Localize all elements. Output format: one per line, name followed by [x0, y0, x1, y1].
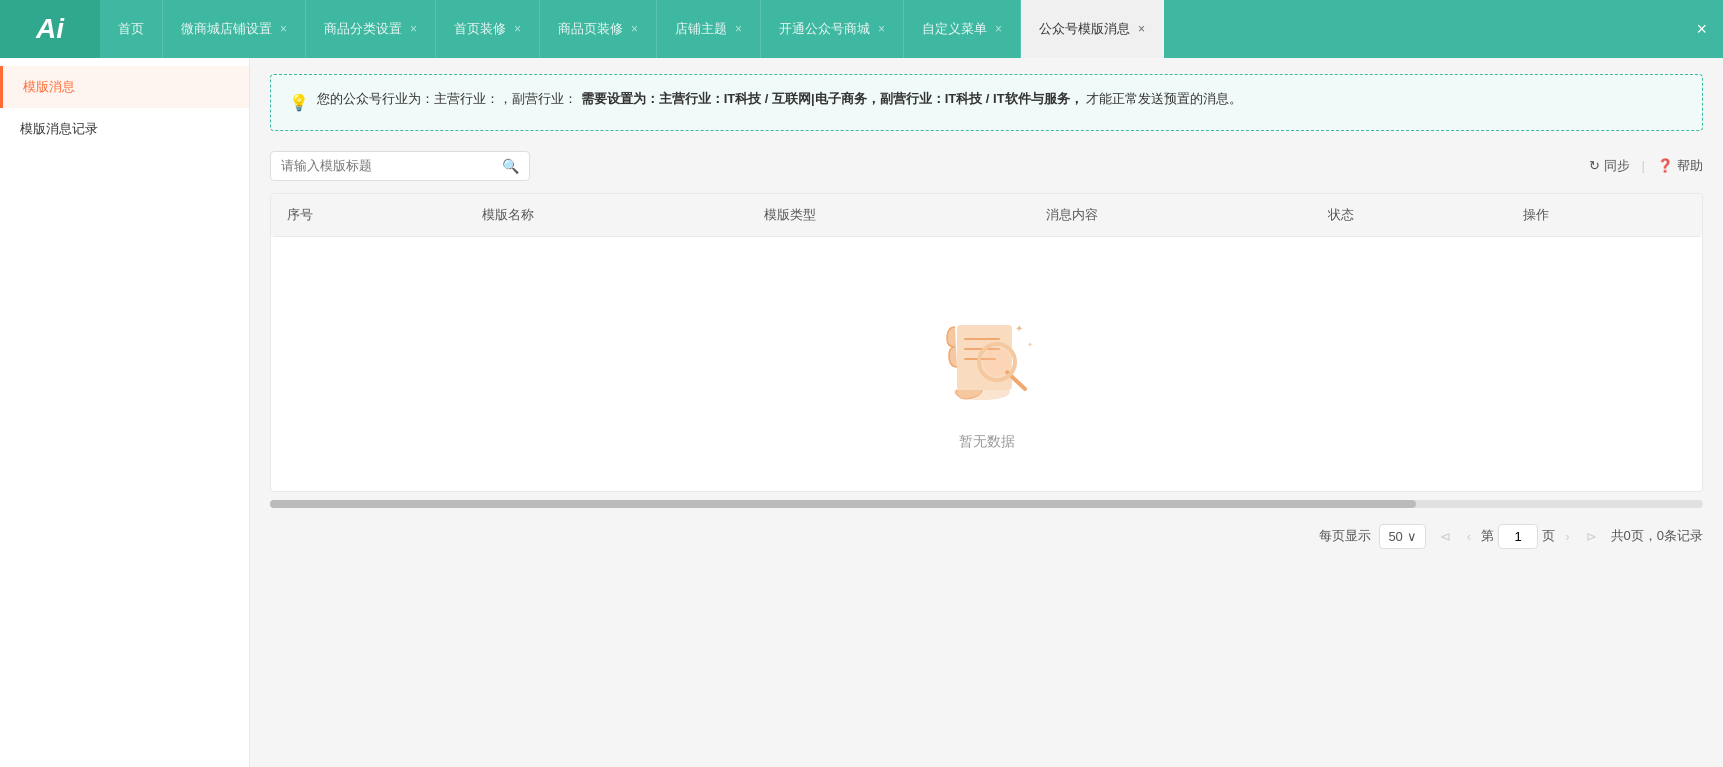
tab-close-product-decor[interactable]: ×	[631, 22, 638, 36]
sync-button[interactable]: ↻ 同步	[1589, 157, 1630, 175]
notice-suffix: 才能正常发送预置的消息。	[1086, 91, 1242, 106]
nav-tab-home[interactable]: 首页	[100, 0, 163, 58]
next-page-button[interactable]: ›	[1559, 525, 1575, 548]
tab-close-shop-settings[interactable]: ×	[280, 22, 287, 36]
nav-tab-home-decor[interactable]: 首页装修×	[436, 0, 540, 58]
total-info: 共0页，0条记录	[1611, 527, 1703, 545]
nav-tab-custom-menu[interactable]: 自定义菜单×	[904, 0, 1021, 58]
col-header-status: 状态	[1312, 194, 1507, 237]
notice-highlight: 需要设置为：主营行业：IT科技 / 互联网|电子商务，副营行业：IT科技 / I…	[581, 91, 1083, 106]
help-label: 帮助	[1677, 157, 1703, 175]
nav-tab-shop-settings[interactable]: 微商城店铺设置×	[163, 0, 306, 58]
svg-text:✦: ✦	[1027, 341, 1033, 348]
content-area: 💡 您的公众号行业为：主营行业：，副营行业： 需要设置为：主营行业：IT科技 /…	[250, 58, 1723, 767]
col-header-action: 操作	[1507, 194, 1702, 237]
col-header-seq: 序号	[271, 194, 466, 237]
sync-icon: ↻	[1589, 158, 1600, 173]
sidebar-item-template-message[interactable]: 模版消息	[0, 66, 249, 108]
nav-tab-store-theme[interactable]: 店铺主题×	[657, 0, 761, 58]
empty-text: 暂无数据	[959, 433, 1015, 451]
tab-close-home-decor[interactable]: ×	[514, 22, 521, 36]
pagination: 每页显示 50 ∨ ⊲ ‹ 第 页 › ⊳ 共0页，0条记录	[270, 516, 1703, 557]
page-size-select[interactable]: 50 ∨	[1379, 524, 1425, 549]
tab-close-store-theme[interactable]: ×	[735, 22, 742, 36]
brand-logo: Ai	[0, 0, 100, 58]
search-icon[interactable]: 🔍	[502, 158, 519, 174]
prev-page-button[interactable]: ‹	[1461, 525, 1477, 548]
nav-tabs: 首页微商城店铺设置×商品分类设置×首页装修×商品页装修×店铺主题×开通公众号商城…	[100, 0, 1723, 58]
chevron-down-icon: ∨	[1407, 529, 1417, 544]
main-layout: 模版消息模版消息记录 💡 您的公众号行业为：主营行业：，副营行业： 需要设置为：…	[0, 58, 1723, 767]
empty-icon: ✦ ✦	[927, 297, 1047, 417]
tab-close-category-settings[interactable]: ×	[410, 22, 417, 36]
page-navigation: ⊲ ‹ 第 页 › ⊳	[1434, 524, 1603, 549]
top-nav: Ai 首页微商城店铺设置×商品分类设置×首页装修×商品页装修×店铺主题×开通公众…	[0, 0, 1723, 58]
sidebar-item-template-record[interactable]: 模版消息记录	[0, 108, 249, 150]
search-input[interactable]	[281, 158, 502, 173]
nav-tab-open-mall[interactable]: 开通公众号商城×	[761, 0, 904, 58]
notice-prefix: 您的公众号行业为：主营行业：，副营行业：	[317, 91, 577, 106]
scrollbar-thumb[interactable]	[270, 500, 1416, 508]
table-wrapper: 序号模版名称模版类型消息内容状态操作	[270, 193, 1703, 492]
page-label-suffix: 页	[1542, 527, 1555, 545]
help-button[interactable]: ❓ 帮助	[1657, 157, 1703, 175]
sidebar: 模版消息模版消息记录	[0, 58, 250, 767]
table-header-row: 序号模版名称模版类型消息内容状态操作	[271, 194, 1702, 237]
nav-tab-template-msg[interactable]: 公众号模版消息×	[1021, 0, 1164, 58]
col-header-type: 模版类型	[748, 194, 1030, 237]
page-size-label: 每页显示	[1319, 527, 1371, 545]
tab-close-custom-menu[interactable]: ×	[995, 22, 1002, 36]
help-icon: ❓	[1657, 158, 1673, 173]
notice-box: 💡 您的公众号行业为：主营行业：，副营行业： 需要设置为：主营行业：IT科技 /…	[270, 74, 1703, 131]
sync-label: 同步	[1604, 157, 1630, 175]
current-page-input[interactable]	[1498, 524, 1538, 549]
page-label-prefix: 第	[1481, 527, 1494, 545]
horizontal-scrollbar[interactable]	[270, 500, 1703, 508]
svg-text:✦: ✦	[1015, 323, 1023, 334]
col-header-name: 模版名称	[466, 194, 748, 237]
toolbar-right: ↻ 同步 | ❓ 帮助	[1589, 157, 1703, 175]
tab-close-template-msg[interactable]: ×	[1138, 22, 1145, 36]
window-close-button[interactable]: ×	[1696, 19, 1707, 40]
notice-text: 您的公众号行业为：主营行业：，副营行业： 需要设置为：主营行业：IT科技 / 互…	[317, 89, 1684, 110]
data-table: 序号模版名称模版类型消息内容状态操作	[271, 194, 1702, 237]
toolbar-divider: |	[1642, 158, 1645, 173]
search-area: 🔍	[270, 151, 530, 181]
tab-close-open-mall[interactable]: ×	[878, 22, 885, 36]
last-page-button[interactable]: ⊳	[1580, 525, 1603, 548]
nav-tab-category-settings[interactable]: 商品分类设置×	[306, 0, 436, 58]
table-header: 序号模版名称模版类型消息内容状态操作	[271, 194, 1702, 237]
col-header-content: 消息内容	[1030, 194, 1312, 237]
svg-point-7	[983, 348, 1011, 376]
first-page-button[interactable]: ⊲	[1434, 525, 1457, 548]
toolbar: 🔍 ↻ 同步 | ❓ 帮助	[270, 151, 1703, 181]
notice-icon: 💡	[289, 90, 309, 116]
empty-state: ✦ ✦ 暂无数据	[271, 237, 1702, 491]
nav-tab-product-decor[interactable]: 商品页装修×	[540, 0, 657, 58]
page-size-value: 50	[1388, 529, 1402, 544]
